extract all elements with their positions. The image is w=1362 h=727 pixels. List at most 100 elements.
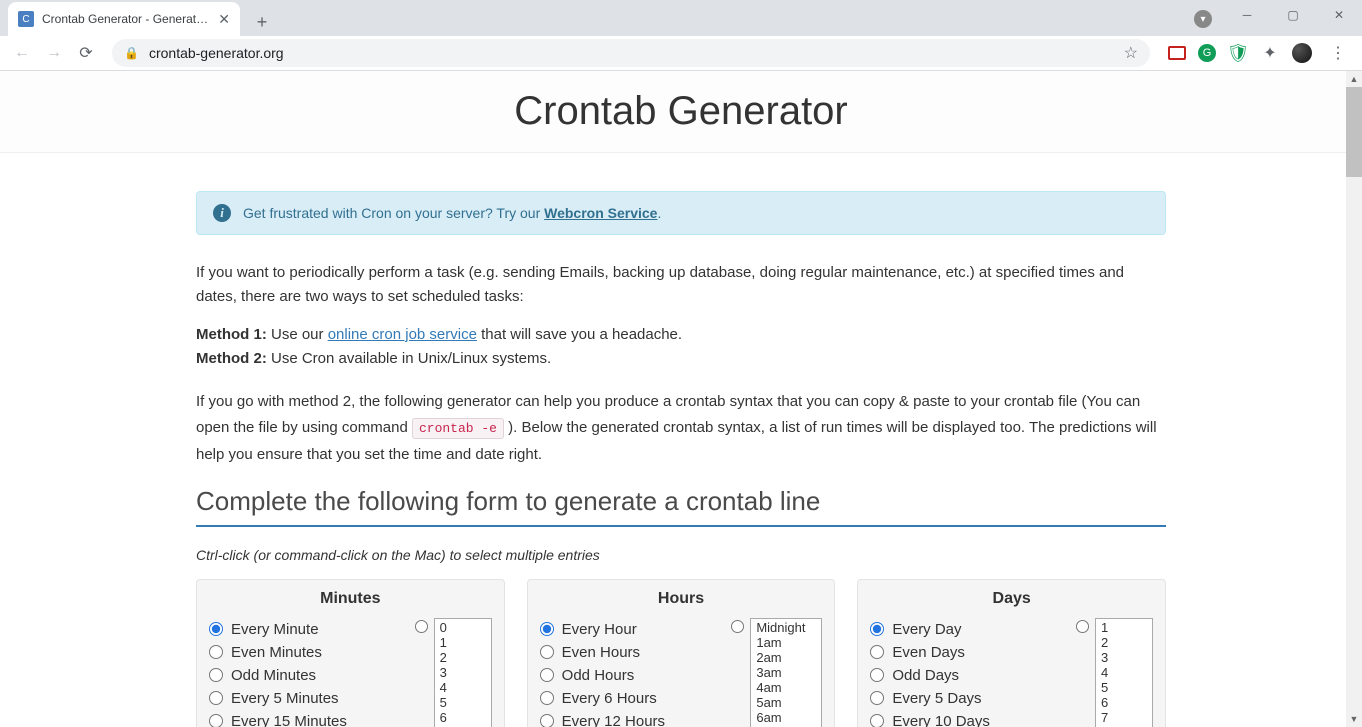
hours-radio-list[interactable] <box>731 620 744 633</box>
minutes-option-even[interactable]: Even Minutes <box>209 641 409 664</box>
forward-button[interactable]: → <box>40 39 68 67</box>
page-scrollbar[interactable]: ▲ ▼ <box>1346 71 1362 727</box>
address-bar[interactable]: 🔒 crontab-generator.org ☆ <box>112 39 1150 67</box>
list-item[interactable]: 4 <box>436 680 490 695</box>
days-option-odd[interactable]: Odd Days <box>870 664 1070 687</box>
minutes-option-every[interactable]: Every Minute <box>209 618 409 641</box>
list-item[interactable]: 2 <box>1097 635 1151 650</box>
list-item[interactable]: 0 <box>436 620 490 635</box>
minutes-radio-group: Every Minute Even Minutes Odd Minutes Ev… <box>209 618 409 727</box>
days-radio-10[interactable] <box>870 714 884 727</box>
webcron-link[interactable]: Webcron Service <box>544 205 657 221</box>
hours-radio-6[interactable] <box>540 691 554 705</box>
extension-pdf-icon[interactable] <box>1168 46 1186 60</box>
hours-radio-odd[interactable] <box>540 668 554 682</box>
list-item[interactable]: 1 <box>1097 620 1151 635</box>
minutes-option-15[interactable]: Every 15 Minutes <box>209 710 409 727</box>
hours-list-radio-wrap <box>731 618 744 638</box>
list-item[interactable]: 3am <box>752 665 820 680</box>
extensions-menu-icon[interactable]: ✦ <box>1260 43 1280 63</box>
tab-close-button[interactable]: ✕ <box>218 11 230 28</box>
intro-paragraph: If you want to periodically perform a ta… <box>196 261 1166 309</box>
days-radio-odd[interactable] <box>870 668 884 682</box>
extension-grammarly-icon[interactable]: G <box>1198 44 1216 62</box>
days-radio-even[interactable] <box>870 645 884 659</box>
browser-chrome: ▾ ─ ▢ ✕ C Crontab Generator - Generate c… <box>0 0 1362 71</box>
lock-icon: 🔒 <box>124 46 139 60</box>
hours-option-even[interactable]: Even Hours <box>540 641 726 664</box>
days-radio-every[interactable] <box>870 622 884 636</box>
explanation-paragraph: If you go with method 2, the following g… <box>196 389 1166 468</box>
list-item[interactable]: 1am <box>752 635 820 650</box>
days-radio-list[interactable] <box>1076 620 1089 633</box>
list-item[interactable]: Midnight <box>752 620 820 635</box>
hours-option-every[interactable]: Every Hour <box>540 618 726 641</box>
tab-strip: C Crontab Generator - Generate cr ✕ + <box>0 0 1362 36</box>
page-title: Crontab Generator <box>0 71 1362 153</box>
window-maximize-button[interactable]: ▢ <box>1270 0 1316 30</box>
scroll-down-icon[interactable]: ▼ <box>1346 711 1362 727</box>
minutes-radio-5[interactable] <box>209 691 223 705</box>
info-text-suffix: . <box>657 205 661 221</box>
list-item[interactable]: 6 <box>1097 695 1151 710</box>
minutes-listbox[interactable]: 0 1 2 3 4 5 6 <box>434 618 492 727</box>
minutes-option-5[interactable]: Every 5 Minutes <box>209 687 409 710</box>
profile-avatar[interactable] <box>1292 43 1312 63</box>
hours-option-6[interactable]: Every 6 Hours <box>540 687 726 710</box>
list-item[interactable]: 2 <box>436 650 490 665</box>
days-option-5[interactable]: Every 5 Days <box>870 687 1070 710</box>
online-cron-link[interactable]: online cron job service <box>328 326 477 343</box>
list-item[interactable]: 5 <box>436 695 490 710</box>
list-item[interactable]: 1 <box>436 635 490 650</box>
hours-option-12[interactable]: Every 12 Hours <box>540 710 726 727</box>
info-banner-text: Get frustrated with Cron on your server?… <box>243 205 661 221</box>
back-button[interactable]: ← <box>8 39 36 67</box>
days-heading: Days <box>870 590 1153 608</box>
methods-block: Method 1: Use our online cron job servic… <box>196 323 1166 371</box>
minutes-radio-15[interactable] <box>209 714 223 727</box>
list-item[interactable]: 3 <box>436 665 490 680</box>
hours-radio-12[interactable] <box>540 714 554 727</box>
list-item[interactable]: 6am <box>752 710 820 725</box>
days-radio-5[interactable] <box>870 691 884 705</box>
extensions-area: G 🛡 ✦ <box>1162 43 1318 63</box>
favicon-icon: C <box>18 11 34 27</box>
list-item[interactable]: 2am <box>752 650 820 665</box>
days-option-every[interactable]: Every Day <box>870 618 1070 641</box>
days-option-even[interactable]: Even Days <box>870 641 1070 664</box>
browser-tab[interactable]: C Crontab Generator - Generate cr ✕ <box>8 2 240 36</box>
list-item[interactable]: 3 <box>1097 650 1151 665</box>
bookmark-star-icon[interactable]: ☆ <box>1124 43 1138 63</box>
days-column: Days Every Day Even Days Odd Days Every … <box>857 579 1166 727</box>
minutes-option-odd[interactable]: Odd Minutes <box>209 664 409 687</box>
days-listbox[interactable]: 1 2 3 4 5 6 7 <box>1095 618 1153 727</box>
method-1-prefix: Use our <box>267 326 328 343</box>
list-item[interactable]: 6 <box>436 710 490 725</box>
list-item[interactable]: 4 <box>1097 665 1151 680</box>
window-close-button[interactable]: ✕ <box>1316 0 1362 30</box>
days-radio-group: Every Day Even Days Odd Days Every 5 Day… <box>870 618 1070 727</box>
hours-radio-even[interactable] <box>540 645 554 659</box>
list-item[interactable]: 5 <box>1097 680 1151 695</box>
new-tab-button[interactable]: + <box>248 8 276 36</box>
days-option-10[interactable]: Every 10 Days <box>870 710 1070 727</box>
info-banner: i Get frustrated with Cron on your serve… <box>196 191 1166 235</box>
reload-button[interactable]: ⟳ <box>72 39 100 67</box>
list-item[interactable]: 7 <box>1097 710 1151 725</box>
browser-menu-button[interactable]: ⋮ <box>1322 43 1354 63</box>
scroll-up-icon[interactable]: ▲ <box>1346 71 1362 87</box>
minutes-radio-every[interactable] <box>209 622 223 636</box>
extension-shield-icon[interactable]: 🛡 <box>1228 43 1248 63</box>
minutes-radio-even[interactable] <box>209 645 223 659</box>
minutes-radio-odd[interactable] <box>209 668 223 682</box>
hours-radio-every[interactable] <box>540 622 554 636</box>
scroll-thumb[interactable] <box>1346 87 1362 177</box>
window-minimize-button[interactable]: ─ <box>1224 0 1270 30</box>
list-item[interactable]: 4am <box>752 680 820 695</box>
list-item[interactable]: 5am <box>752 695 820 710</box>
hours-option-odd[interactable]: Odd Hours <box>540 664 726 687</box>
window-controls: ─ ▢ ✕ <box>1224 0 1362 30</box>
browser-notification-icon[interactable]: ▾ <box>1194 10 1212 28</box>
minutes-radio-list[interactable] <box>415 620 428 633</box>
hours-listbox[interactable]: Midnight 1am 2am 3am 4am 5am 6am <box>750 618 822 727</box>
